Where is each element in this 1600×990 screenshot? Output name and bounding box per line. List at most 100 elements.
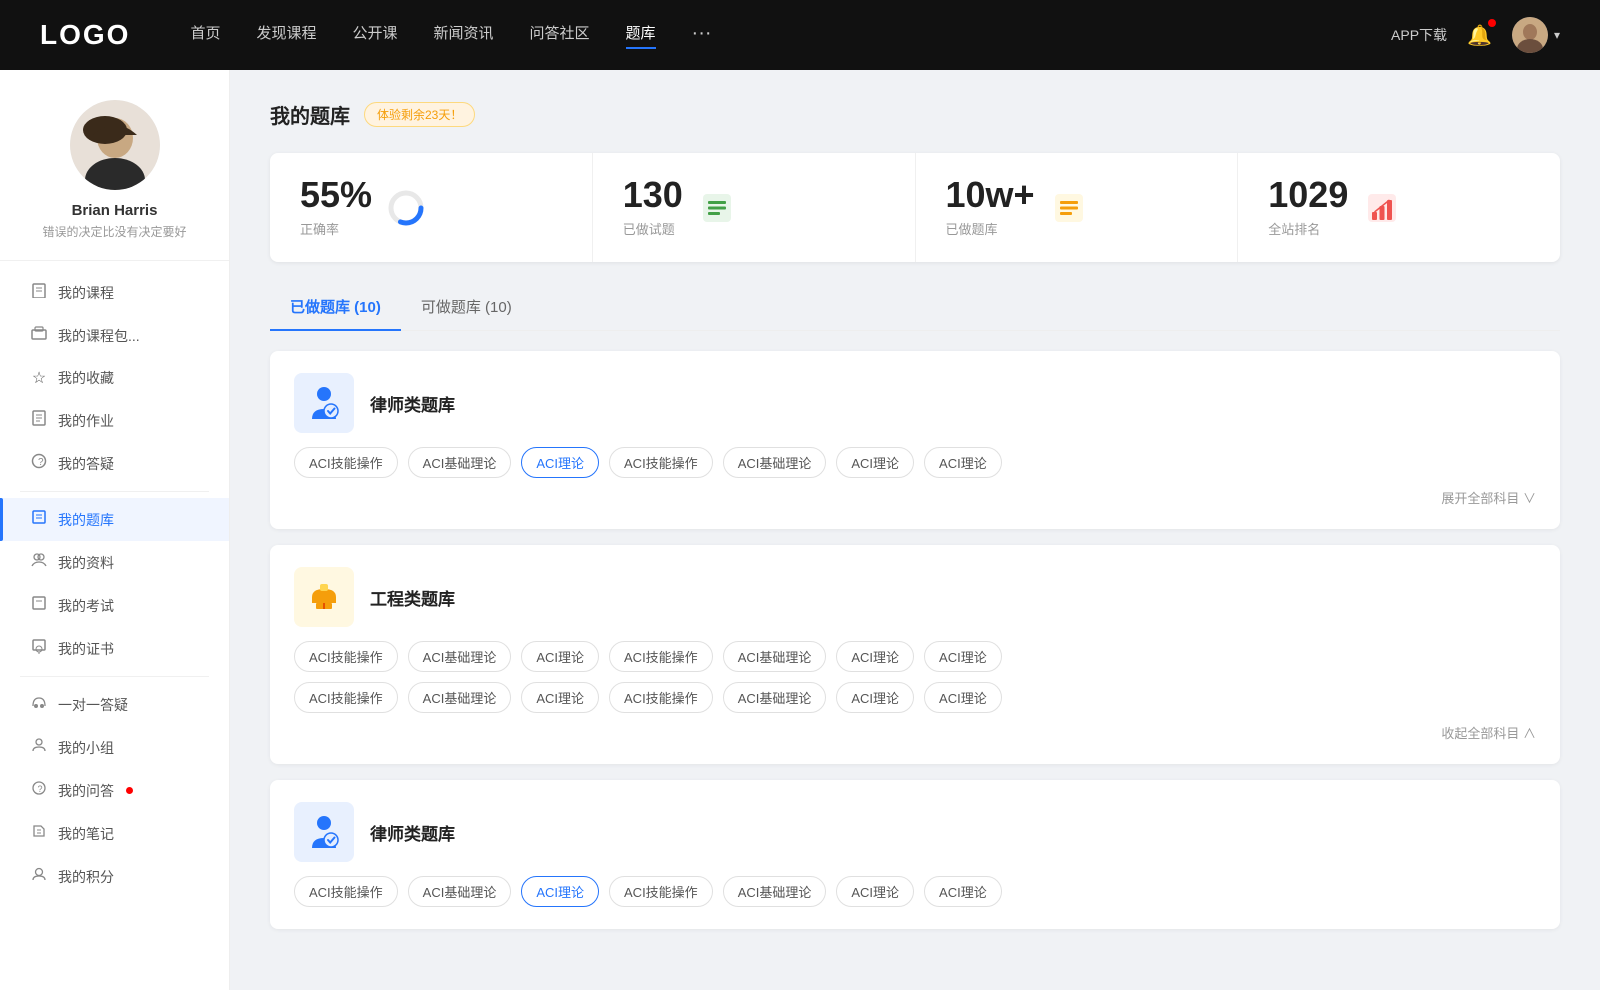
tag[interactable]: ACI基础理论 <box>408 447 512 478</box>
main-layout: Brian Harris 错误的决定比没有决定要好 我的课程 我的课程包... … <box>0 70 1600 990</box>
svg-text:?: ? <box>38 784 43 794</box>
nav-more[interactable]: ··· <box>692 22 712 49</box>
sidebar-item-questionbank[interactable]: 我的题库 <box>0 498 229 541</box>
stat-accuracy: 55% 正确率 <box>270 153 593 262</box>
bank-name-2: 律师类题库 <box>370 820 455 845</box>
sidebar-label: 我的小组 <box>58 738 114 758</box>
stat-value: 55% <box>300 177 372 213</box>
sidebar-item-certs[interactable]: 我的证书 <box>0 627 229 670</box>
divider <box>20 491 209 492</box>
profile-name: Brian Harris <box>72 202 158 219</box>
tags-row: ACI技能操作 ACI基础理论 ACI理论 ACI技能操作 ACI基础理论 AC… <box>294 682 1536 713</box>
stats-row: 55% 正确率 130 已做试题 <box>270 153 1560 262</box>
points-icon <box>30 866 48 887</box>
tag[interactable]: ACI理论 <box>924 876 1002 907</box>
tags-row: ACI技能操作 ACI基础理论 ACI理论 ACI技能操作 ACI基础理论 AC… <box>294 641 1536 672</box>
sidebar-label: 我的笔记 <box>58 824 114 844</box>
course-icon <box>30 282 48 303</box>
sidebar-item-materials[interactable]: 我的资料 <box>0 541 229 584</box>
tag[interactable]: ACI基础理论 <box>408 682 512 713</box>
sidebar-item-coursepack[interactable]: 我的课程包... <box>0 314 229 357</box>
tag[interactable]: ACI理论 <box>521 682 599 713</box>
stat-text: 130 已做试题 <box>623 177 683 238</box>
sidebar-label: 我的收藏 <box>58 368 114 388</box>
app-download-button[interactable]: APP下载 <box>1391 25 1447 45</box>
cert-icon <box>30 638 48 659</box>
sidebar-label: 我的课程 <box>58 283 114 303</box>
expand-link-1[interactable]: 收起全部科目 ∧ <box>294 723 1536 742</box>
tag-active[interactable]: ACI理论 <box>521 876 599 907</box>
sidebar-label: 我的课程包... <box>58 326 140 346</box>
nav-qa[interactable]: 问答社区 <box>530 22 590 49</box>
tag[interactable]: ACI理论 <box>836 876 914 907</box>
nav-home[interactable]: 首页 <box>190 22 220 49</box>
sidebar-item-exams[interactable]: 我的考试 <box>0 584 229 627</box>
stat-label: 已做试题 <box>623 219 683 238</box>
nav-discover[interactable]: 发现课程 <box>256 22 316 49</box>
tag[interactable]: ACI技能操作 <box>294 876 398 907</box>
stat-label: 已做题库 <box>946 219 1035 238</box>
stat-rank: 1029 全站排名 <box>1238 153 1560 262</box>
sidebar-item-answers[interactable]: ? 我的答疑 <box>0 442 229 485</box>
profile-section: Brian Harris 错误的决定比没有决定要好 <box>0 100 229 261</box>
user-avatar-menu[interactable]: ▾ <box>1512 17 1560 53</box>
stat-value: 1029 <box>1268 177 1348 213</box>
sidebar-label: 我的作业 <box>58 411 114 431</box>
nav-open-course[interactable]: 公开课 <box>352 22 397 49</box>
tag[interactable]: ACI基础理论 <box>723 641 827 672</box>
notification-badge <box>1488 19 1496 27</box>
stat-label: 全站排名 <box>1268 219 1348 238</box>
tag[interactable]: ACI技能操作 <box>609 447 713 478</box>
qbank-icon <box>30 509 48 530</box>
tag[interactable]: ACI理论 <box>924 447 1002 478</box>
sidebar-label: 我的积分 <box>58 867 114 887</box>
tag[interactable]: ACI理论 <box>521 641 599 672</box>
sidebar-item-tutoring[interactable]: 一对一答疑 <box>0 683 229 726</box>
tag[interactable]: ACI理论 <box>836 641 914 672</box>
avatar <box>1512 17 1548 53</box>
bank-card-1: 工程类题库 ACI技能操作 ACI基础理论 ACI理论 ACI技能操作 ACI基… <box>270 545 1560 764</box>
tag[interactable]: ACI理论 <box>836 682 914 713</box>
tag[interactable]: ACI技能操作 <box>294 641 398 672</box>
tag[interactable]: ACI理论 <box>836 447 914 478</box>
tag-active[interactable]: ACI理论 <box>521 447 599 478</box>
nav-news[interactable]: 新闻资讯 <box>434 22 494 49</box>
lawyer-icon <box>294 373 354 433</box>
sidebar: Brian Harris 错误的决定比没有决定要好 我的课程 我的课程包... … <box>0 70 230 990</box>
tag[interactable]: ACI技能操作 <box>294 682 398 713</box>
sidebar-item-notes[interactable]: 我的笔记 <box>0 812 229 855</box>
star-icon: ☆ <box>30 368 48 388</box>
tag[interactable]: ACI基础理论 <box>723 682 827 713</box>
tags-section: ACI技能操作 ACI基础理论 ACI理论 ACI技能操作 ACI基础理论 AC… <box>294 447 1536 478</box>
nav-questionbank[interactable]: 题库 <box>626 22 656 49</box>
tab-available[interactable]: 可做题库 (10) <box>401 286 532 331</box>
tag[interactable]: ACI技能操作 <box>609 876 713 907</box>
exams-icon <box>30 595 48 616</box>
tag[interactable]: ACI理论 <box>924 682 1002 713</box>
tag[interactable]: ACI技能操作 <box>609 682 713 713</box>
expand-link-0[interactable]: 展开全部科目 ∨ <box>294 488 1536 507</box>
tag[interactable]: ACI基础理论 <box>408 641 512 672</box>
sidebar-label: 我的证书 <box>58 639 114 659</box>
tag[interactable]: ACI基础理论 <box>723 876 827 907</box>
sidebar-item-groups[interactable]: 我的小组 <box>0 726 229 769</box>
main-content: 我的题库 体验剩余23天！ 55% 正确率 130 <box>230 70 1600 990</box>
tag[interactable]: ACI技能操作 <box>609 641 713 672</box>
tag[interactable]: ACI基础理论 <box>723 447 827 478</box>
sidebar-item-mycourse[interactable]: 我的课程 <box>0 271 229 314</box>
engineering-icon <box>294 567 354 627</box>
sidebar-item-points[interactable]: 我的积分 <box>0 855 229 898</box>
tag[interactable]: ACI技能操作 <box>294 447 398 478</box>
logo[interactable]: LOGO <box>40 19 130 51</box>
sidebar-label: 一对一答疑 <box>58 695 128 715</box>
sidebar-item-homework[interactable]: 我的作业 <box>0 399 229 442</box>
tag[interactable]: ACI理论 <box>924 641 1002 672</box>
sidebar-label: 我的考试 <box>58 596 114 616</box>
stat-text: 55% 正确率 <box>300 177 372 238</box>
sidebar-item-myqa[interactable]: ? 我的问答 <box>0 769 229 812</box>
tab-done[interactable]: 已做题库 (10) <box>270 286 401 331</box>
stat-done-banks: 10w+ 已做题库 <box>916 153 1239 262</box>
sidebar-item-favorites[interactable]: ☆ 我的收藏 <box>0 357 229 399</box>
tag[interactable]: ACI基础理论 <box>408 876 512 907</box>
notification-bell[interactable]: 🔔 <box>1467 23 1492 48</box>
